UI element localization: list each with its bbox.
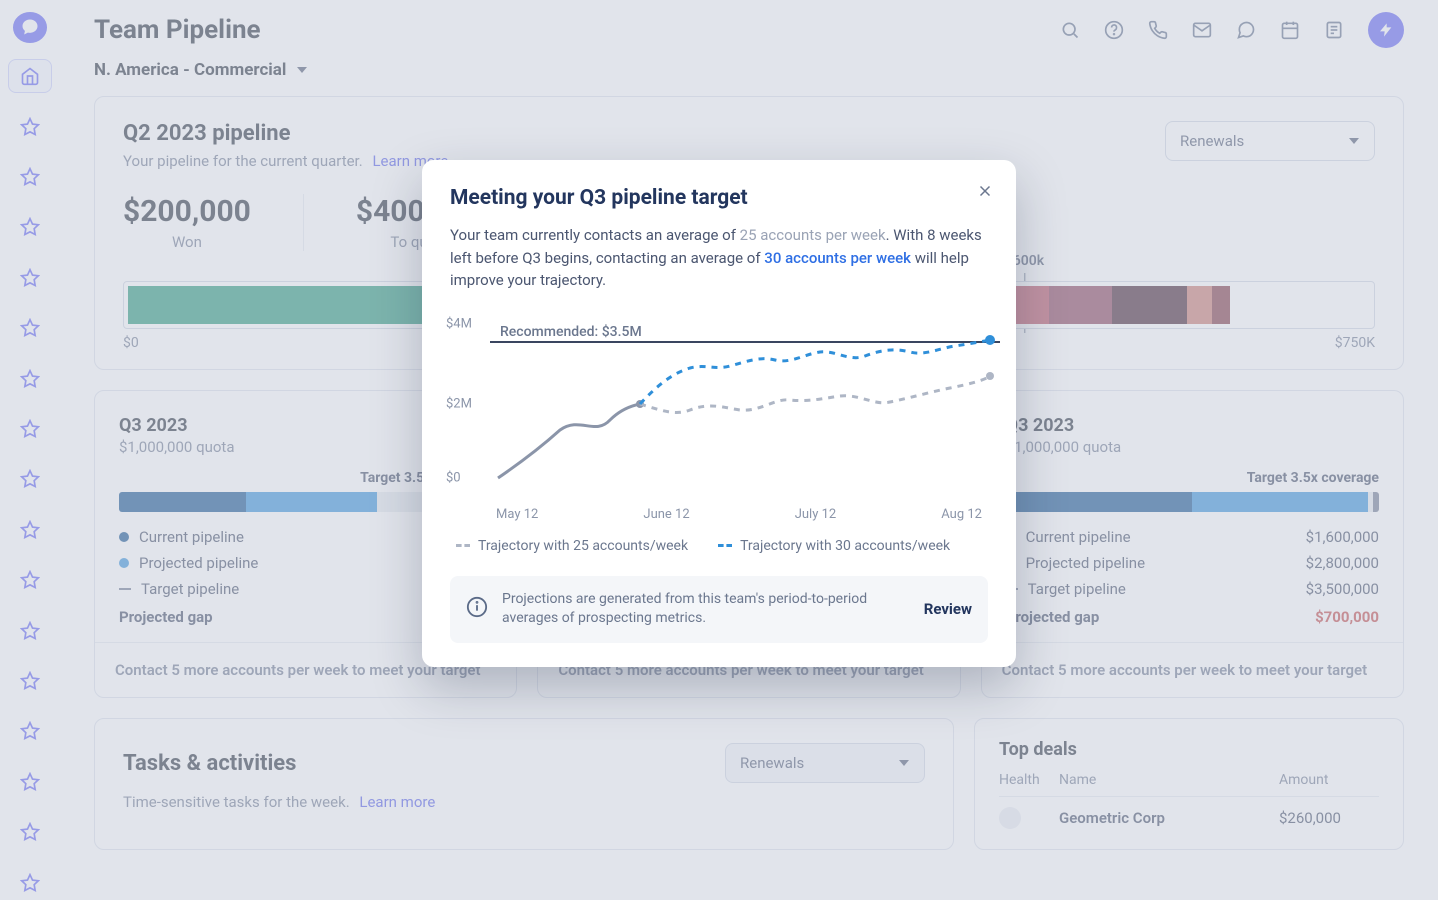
chart-svg (490, 318, 1000, 488)
xtick: May 12 (496, 507, 538, 522)
modal-body: Your team currently contacts an average … (450, 224, 988, 292)
xtick: June 12 (643, 507, 689, 522)
xtick: Aug 12 (941, 507, 982, 522)
legend-dash-grey-icon (456, 544, 470, 547)
legend-25: Trajectory with 25 accounts/week (478, 538, 688, 554)
modal-current-rate: 25 accounts per week (740, 226, 886, 244)
info-icon (466, 596, 488, 622)
modal-overlay: Meeting your Q3 pipeline target Your tea… (0, 0, 1438, 900)
ytick: $4M (446, 316, 472, 331)
legend-dash-blue-icon (718, 544, 732, 547)
info-text: Projections are generated from this team… (502, 590, 910, 629)
close-icon (976, 182, 994, 200)
modal-recommended-rate: 30 accounts per week (764, 249, 911, 267)
review-button[interactable]: Review (924, 600, 972, 618)
trajectory-chart: Recommended: $3.5M $4M $2M $0 May 12 Jun… (490, 318, 988, 498)
chart-legend: Trajectory with 25 accounts/week Traject… (456, 538, 988, 554)
xtick: July 12 (795, 507, 837, 522)
modal-text: Your team currently contacts an average … (450, 226, 740, 244)
legend-30: Trajectory with 30 accounts/week (740, 538, 950, 554)
ytick: $2M (446, 396, 472, 411)
info-box: Projections are generated from this team… (450, 576, 988, 643)
modal-title: Meeting your Q3 pipeline target (450, 186, 988, 210)
modal-close-button[interactable] (976, 182, 994, 204)
ytick: $0 (446, 470, 461, 485)
modal: Meeting your Q3 pipeline target Your tea… (422, 160, 1016, 667)
